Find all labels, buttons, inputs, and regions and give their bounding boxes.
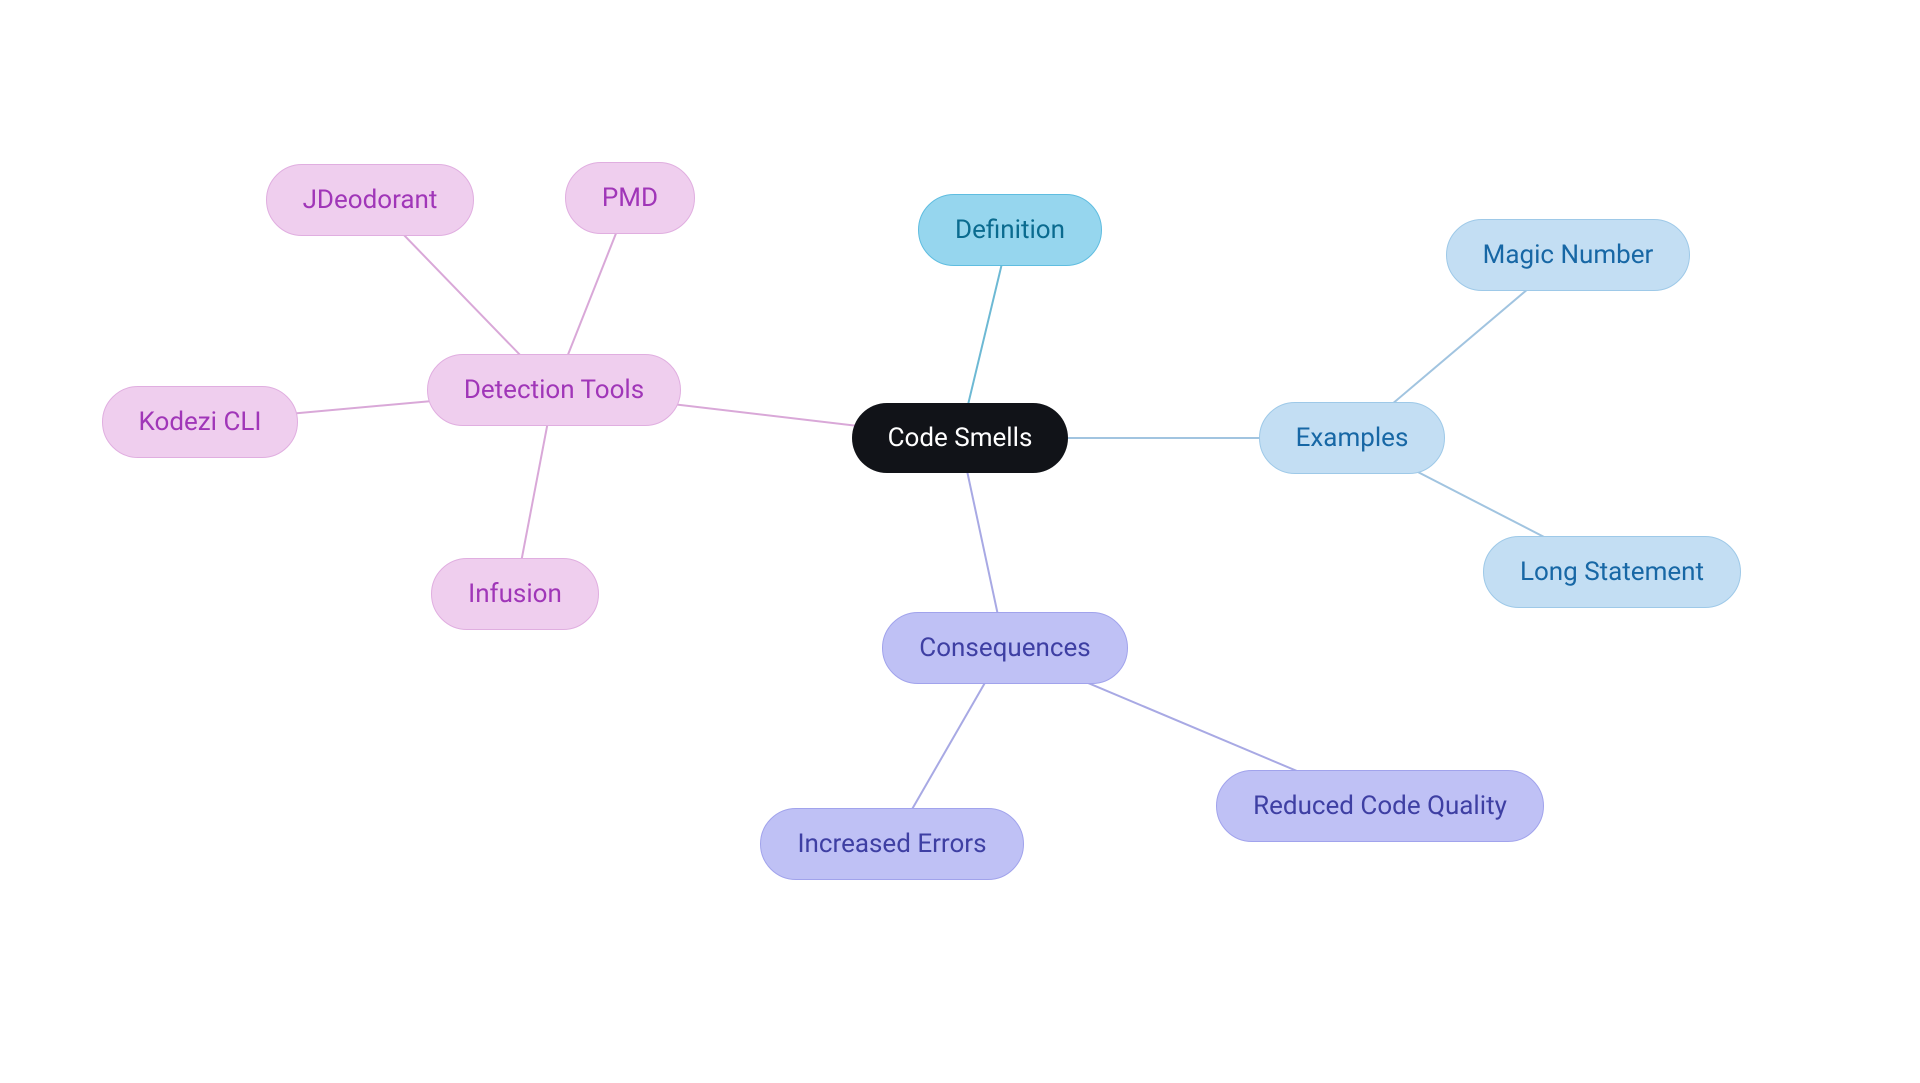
node-label: Infusion	[468, 579, 562, 609]
node-magic_number[interactable]: Magic Number	[1446, 219, 1691, 291]
node-center[interactable]: Code Smells	[852, 403, 1069, 473]
node-long_statement[interactable]: Long Statement	[1483, 536, 1741, 608]
node-label: Examples	[1296, 423, 1409, 453]
node-pmd[interactable]: PMD	[565, 162, 695, 234]
node-examples[interactable]: Examples	[1259, 402, 1446, 474]
node-definition[interactable]: Definition	[918, 194, 1102, 266]
node-label: PMD	[602, 183, 658, 213]
node-detection_tools[interactable]: Detection Tools	[427, 354, 681, 426]
node-label: Code Smells	[888, 423, 1033, 453]
node-label: Long Statement	[1520, 557, 1704, 587]
node-label: Reduced Code Quality	[1253, 791, 1507, 821]
node-infusion[interactable]: Infusion	[431, 558, 599, 630]
node-increased_errors[interactable]: Increased Errors	[760, 808, 1023, 880]
node-consequences[interactable]: Consequences	[882, 612, 1127, 684]
node-reduced_quality[interactable]: Reduced Code Quality	[1216, 770, 1544, 842]
node-label: Kodezi CLI	[139, 407, 262, 437]
node-label: Increased Errors	[797, 829, 986, 859]
node-label: Detection Tools	[464, 375, 644, 405]
node-kodezi[interactable]: Kodezi CLI	[102, 386, 299, 458]
node-label: Definition	[955, 215, 1065, 245]
node-label: JDeodorant	[303, 185, 438, 215]
node-jdeodorant[interactable]: JDeodorant	[266, 164, 475, 236]
node-label: Consequences	[919, 633, 1090, 663]
node-label: Magic Number	[1483, 240, 1654, 270]
